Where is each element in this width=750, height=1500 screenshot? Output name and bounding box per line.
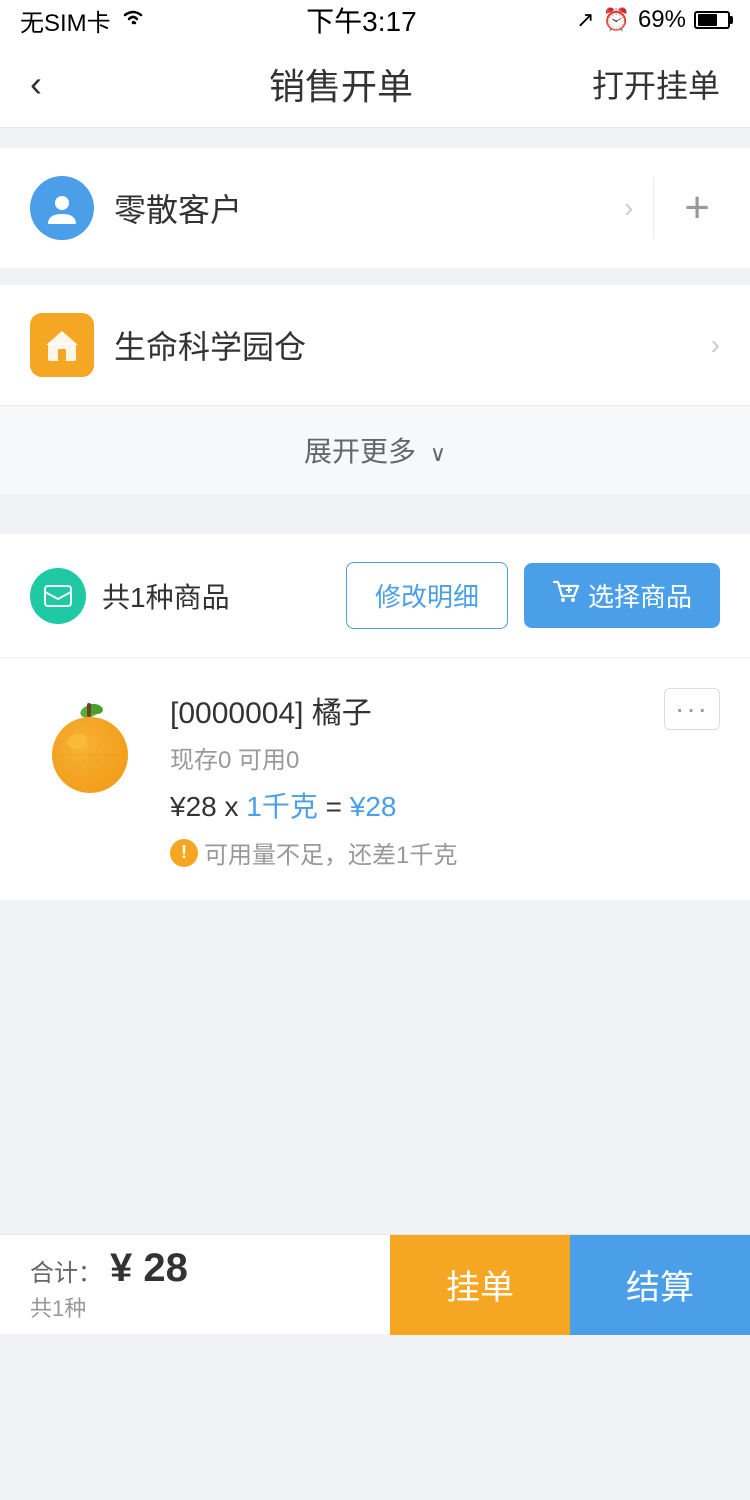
- warning-text: 可用量不足，还差1千克: [204, 835, 457, 870]
- customer-arrow-icon: ›: [624, 192, 633, 224]
- product-item: [0000004] 橘子 现存0 可用0 ¥28 x 1千克 = ¥28 ! 可…: [0, 658, 750, 900]
- total-price: ¥28: [350, 791, 397, 822]
- status-right: ↗ ⏰ 69%: [576, 6, 730, 34]
- expand-arrow-icon: ∨: [430, 441, 446, 466]
- customer-section: 零散客户 › +: [0, 148, 750, 269]
- product-image: [30, 688, 150, 808]
- suspend-button[interactable]: 挂单: [390, 1235, 570, 1335]
- expand-more-label: 展开更多: [304, 436, 416, 467]
- bottom-bar: 合计： ¥ 28 共1种 挂单 结算: [0, 1234, 750, 1334]
- nav-bar: ‹ 销售开单 打开挂单: [0, 40, 750, 128]
- product-info: [0000004] 橘子 现存0 可用0 ¥28 x 1千克 = ¥28 ! 可…: [170, 688, 720, 870]
- location-icon: ↗: [576, 7, 594, 33]
- battery-icon: [694, 11, 730, 29]
- add-customer-button[interactable]: +: [674, 183, 720, 233]
- product-price-row: ¥28 x 1千克 = ¥28: [170, 785, 720, 825]
- wifi-icon: [119, 6, 147, 34]
- divider-mid: [0, 269, 750, 285]
- customer-row[interactable]: 零散客户 › +: [0, 148, 750, 269]
- equals-sign: =: [326, 791, 350, 822]
- time-display: 下午3:17: [306, 0, 417, 40]
- warehouse-icon: [30, 313, 94, 377]
- cart-icon: [552, 580, 580, 611]
- price-unit: ¥28: [170, 791, 217, 822]
- divider-2: [0, 494, 750, 514]
- page-title: 销售开单: [269, 58, 413, 110]
- customer-avatar: [30, 176, 94, 240]
- total-top: 合计： ¥ 28: [30, 1246, 360, 1291]
- more-options-button[interactable]: ···: [664, 688, 720, 730]
- divider-top: [0, 128, 750, 148]
- product-header: 共1种商品 修改明细 选择商品: [0, 534, 750, 658]
- back-button[interactable]: ‹: [30, 63, 90, 105]
- battery-percent: 69%: [638, 6, 686, 34]
- product-section: 共1种商品 修改明细 选择商品: [0, 534, 750, 900]
- total-count: 共1种: [30, 1291, 360, 1323]
- product-stock: 现存0 可用0: [170, 740, 720, 775]
- edit-detail-button[interactable]: 修改明细: [346, 562, 508, 629]
- status-bar: 无SIM卡 下午3:17 ↗ ⏰ 69%: [0, 0, 750, 40]
- product-code: [0000004]: [170, 697, 303, 730]
- select-product-label: 选择商品: [588, 577, 692, 614]
- quantity-value: 1千克: [246, 791, 318, 822]
- open-suspend-button[interactable]: 打开挂单: [592, 61, 720, 107]
- footer-spacer: [0, 1400, 750, 1500]
- alarm-icon: ⏰: [603, 7, 630, 33]
- multiply-sign: x: [225, 791, 239, 822]
- total-section: 合计： ¥ 28 共1种: [0, 1246, 390, 1323]
- customer-name: 零散客户: [114, 185, 624, 231]
- product-name: [0000004] 橘子: [170, 688, 720, 732]
- total-amount: ¥ 28: [110, 1246, 188, 1291]
- checkout-button[interactable]: 结算: [570, 1235, 750, 1335]
- total-label: 合计：: [30, 1253, 102, 1288]
- warning-icon: !: [170, 839, 198, 867]
- warehouse-row[interactable]: 生命科学园仓 ›: [0, 285, 750, 405]
- divider-v: [653, 178, 654, 238]
- status-left: 无SIM卡: [20, 3, 147, 38]
- warehouse-section: 生命科学园仓 ›: [0, 285, 750, 405]
- product-count-label: 共1种商品: [102, 576, 346, 616]
- select-product-button[interactable]: 选择商品: [524, 563, 720, 628]
- carrier-label: 无SIM卡: [20, 3, 111, 38]
- product-title: 橘子: [312, 697, 372, 730]
- warehouse-arrow-icon: ›: [711, 329, 720, 361]
- product-warning: ! 可用量不足，还差1千克: [170, 835, 720, 870]
- expand-more-button[interactable]: 展开更多 ∨: [0, 405, 750, 494]
- warehouse-name: 生命科学园仓: [114, 322, 711, 368]
- product-count-icon: [30, 568, 86, 624]
